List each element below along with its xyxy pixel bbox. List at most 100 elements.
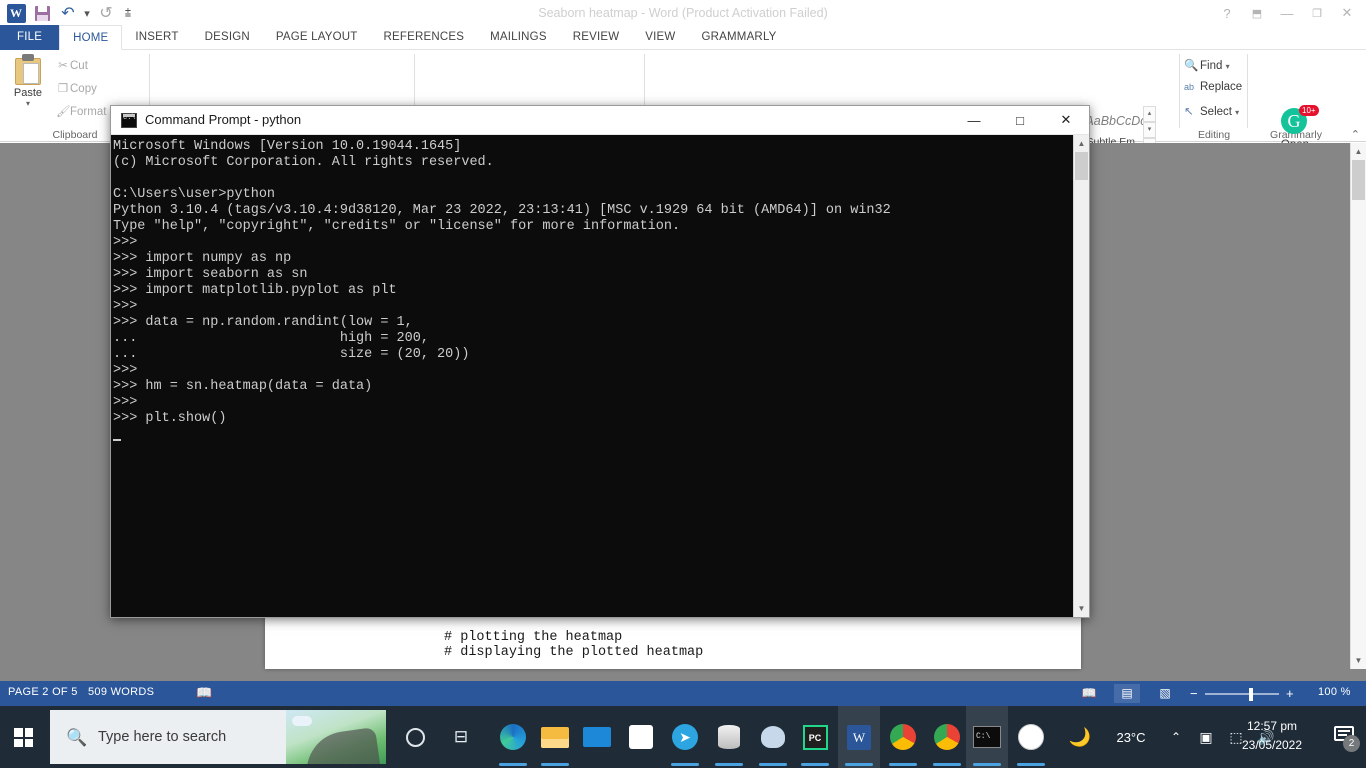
word-count[interactable]: 509 WORDS <box>88 686 154 698</box>
scrollbar-thumb[interactable] <box>1352 160 1365 200</box>
cmd-line <box>112 171 1073 187</box>
restore-button[interactable]: ❐ <box>1302 2 1332 24</box>
cmd-scroll-up-icon[interactable]: ▲ <box>1074 135 1089 152</box>
weather-temperature[interactable]: 23°C <box>1102 706 1160 768</box>
clock-time: 12:57 pm <box>1246 719 1298 733</box>
proofing-errors-icon[interactable]: 📖 <box>196 685 212 701</box>
microsoft-edge-icon[interactable] <box>492 706 534 768</box>
cmd-scrollbar-thumb[interactable] <box>1075 152 1088 180</box>
page-indicator[interactable]: PAGE 2 OF 5 <box>8 686 78 698</box>
cmd-line: >>> data = np.random.randint(low = 1, <box>113 315 413 330</box>
mail-icon[interactable] <box>576 706 618 768</box>
zoom-in-button[interactable]: + <box>1286 686 1294 701</box>
tab-mailings[interactable]: MAILINGS <box>477 25 560 50</box>
tab-grammarly[interactable]: GRAMMARLY <box>688 25 789 50</box>
cmd-line: >>> plt.show() <box>113 411 227 426</box>
search-banner-image <box>286 710 386 764</box>
tab-view[interactable]: VIEW <box>632 25 688 50</box>
styles-scroll-up-icon[interactable]: ▴ <box>1143 106 1156 122</box>
cmd-scroll-down-icon[interactable]: ▼ <box>1074 600 1089 617</box>
chrome-icon-2[interactable] <box>926 706 968 768</box>
tab-file[interactable]: FILE <box>0 25 60 50</box>
tab-references[interactable]: REFERENCES <box>371 25 478 50</box>
pycharm-icon[interactable]: PC <box>794 706 836 768</box>
zoom-slider-thumb[interactable] <box>1249 688 1253 701</box>
start-button[interactable] <box>0 706 48 768</box>
copy-button[interactable]: ❐ Copy <box>56 81 97 95</box>
search-input[interactable]: 🔍 Type here to search <box>50 710 386 764</box>
zoom-out-button[interactable]: − <box>1190 686 1198 701</box>
word-icon[interactable]: W <box>838 706 880 768</box>
clock[interactable]: 12:57 pm 23/05/2022 <box>1230 717 1314 755</box>
telegram-icon[interactable]: ➤ <box>664 706 706 768</box>
close-button[interactable]: ✕ <box>1332 2 1362 24</box>
tab-page-layout[interactable]: PAGE LAYOUT <box>263 25 371 50</box>
cmd-line: >>> <box>113 363 138 378</box>
cmd-close-button[interactable]: ✕ <box>1043 106 1089 134</box>
cmd-titlebar[interactable]: C:\ Command Prompt - python — □ ✕ <box>111 106 1089 135</box>
task-view-icon[interactable]: ⊟ <box>440 706 482 768</box>
select-button[interactable]: ↖ Select ▾ <box>1184 104 1239 118</box>
taskbar: 🔍 Type here to search ⊟ ➤ PC W C:\ 🌙 23°… <box>0 706 1366 768</box>
cmd-line: >>> import matplotlib.pyplot as plt <box>113 283 397 298</box>
start-icon <box>14 728 33 747</box>
cmd-line: Python 3.10.4 (tags/v3.10.4:9d38120, Mar… <box>113 203 891 218</box>
help-icon[interactable]: ? <box>1212 2 1242 24</box>
find-caret-icon[interactable]: ▾ <box>1226 62 1230 71</box>
show-hidden-icons-chevron-icon[interactable]: ⌃ <box>1162 706 1190 768</box>
ribbon-group-editing: 🔍 Find ▾ ab Replace ↖ Select ▾ Editing <box>1180 50 1248 142</box>
paintbrush-icon: 🖌 <box>56 106 71 118</box>
notifications-button[interactable]: 2 <box>1334 726 1360 752</box>
cmd-scrollbar[interactable]: ▲ ▼ <box>1073 135 1089 617</box>
cmd-output-area[interactable]: Microsoft Windows [Version 10.0.19044.16… <box>111 135 1073 617</box>
replace-button[interactable]: ab Replace <box>1184 81 1242 93</box>
document-line: # displaying the plotted heatmap <box>444 645 704 660</box>
styles-scroll-down-icon[interactable]: ▾ <box>1143 122 1156 138</box>
cut-button[interactable]: ✂ Cut <box>56 58 88 72</box>
cmd-line: >>> hm = sn.heatmap(data = data) <box>113 379 373 394</box>
collapse-ribbon-icon[interactable]: ⌃ <box>1351 128 1360 141</box>
microsoft-store-icon[interactable] <box>620 706 662 768</box>
ribbon-display-options-icon[interactable]: ⬒ <box>1242 2 1272 24</box>
paint-icon[interactable] <box>752 706 794 768</box>
meet-now-icon[interactable]: ▣ <box>1192 706 1220 768</box>
minimize-button[interactable]: — <box>1272 2 1302 24</box>
notification-count: 2 <box>1343 735 1360 752</box>
database-icon[interactable] <box>708 706 750 768</box>
scroll-down-icon[interactable]: ▼ <box>1351 652 1366 669</box>
select-caret-icon[interactable]: ▾ <box>1235 108 1239 117</box>
cmd-line: C:\Users\user>python <box>113 187 276 202</box>
document-scrollbar[interactable]: ▲ ▼ <box>1350 143 1366 669</box>
style-subtle-emphasis[interactable]: AaBbCcDc Subtle Em… <box>1080 106 1152 148</box>
style-preview: AaBbCcDc <box>1085 114 1147 128</box>
cmd-line: ... size = (20, 20)) <box>113 347 470 362</box>
cmd-maximize-button[interactable]: □ <box>997 106 1043 134</box>
zoom-slider[interactable] <box>1205 693 1279 695</box>
print-layout-button[interactable]: ▤ <box>1114 684 1140 703</box>
command-prompt-window[interactable]: C:\ Command Prompt - python — □ ✕ Micros… <box>110 105 1090 618</box>
tab-insert[interactable]: INSERT <box>122 25 191 50</box>
weather-icon[interactable]: 🌙 <box>1060 706 1100 768</box>
paste-button[interactable]: Paste ▾ <box>8 54 48 108</box>
tab-design[interactable]: DESIGN <box>192 25 263 50</box>
file-explorer-icon[interactable] <box>534 706 576 768</box>
grammarly-badge: 10+ <box>1299 105 1319 116</box>
find-button[interactable]: 🔍 Find ▾ <box>1184 58 1230 72</box>
command-prompt-icon[interactable]: C:\ <box>966 706 1008 768</box>
clock-date: 23/05/2022 <box>1241 738 1303 752</box>
web-layout-button[interactable]: ▧ <box>1152 684 1178 703</box>
ribbon-tabs: FILE HOME INSERT DESIGN PAGE LAYOUT REFE… <box>0 25 1366 50</box>
word-statusbar: PAGE 2 OF 5 509 WORDS 📖 📖 ▤ ▧ − + 100 % <box>0 681 1366 706</box>
tab-home[interactable]: HOME <box>59 25 123 50</box>
chrome-icon[interactable] <box>882 706 924 768</box>
cortana-icon[interactable] <box>394 706 436 768</box>
zoom-level[interactable]: 100 % <box>1318 686 1351 698</box>
matplotlib-icon[interactable] <box>1010 706 1052 768</box>
cmd-line: >>> import seaborn as sn <box>113 267 308 282</box>
paste-caret-icon[interactable]: ▾ <box>8 99 48 108</box>
read-mode-button[interactable]: 📖 <box>1076 684 1102 703</box>
scroll-up-icon[interactable]: ▲ <box>1351 143 1366 160</box>
cmd-minimize-button[interactable]: — <box>951 106 997 134</box>
editing-group-label: Editing <box>1197 129 1231 141</box>
tab-review[interactable]: REVIEW <box>560 25 633 50</box>
